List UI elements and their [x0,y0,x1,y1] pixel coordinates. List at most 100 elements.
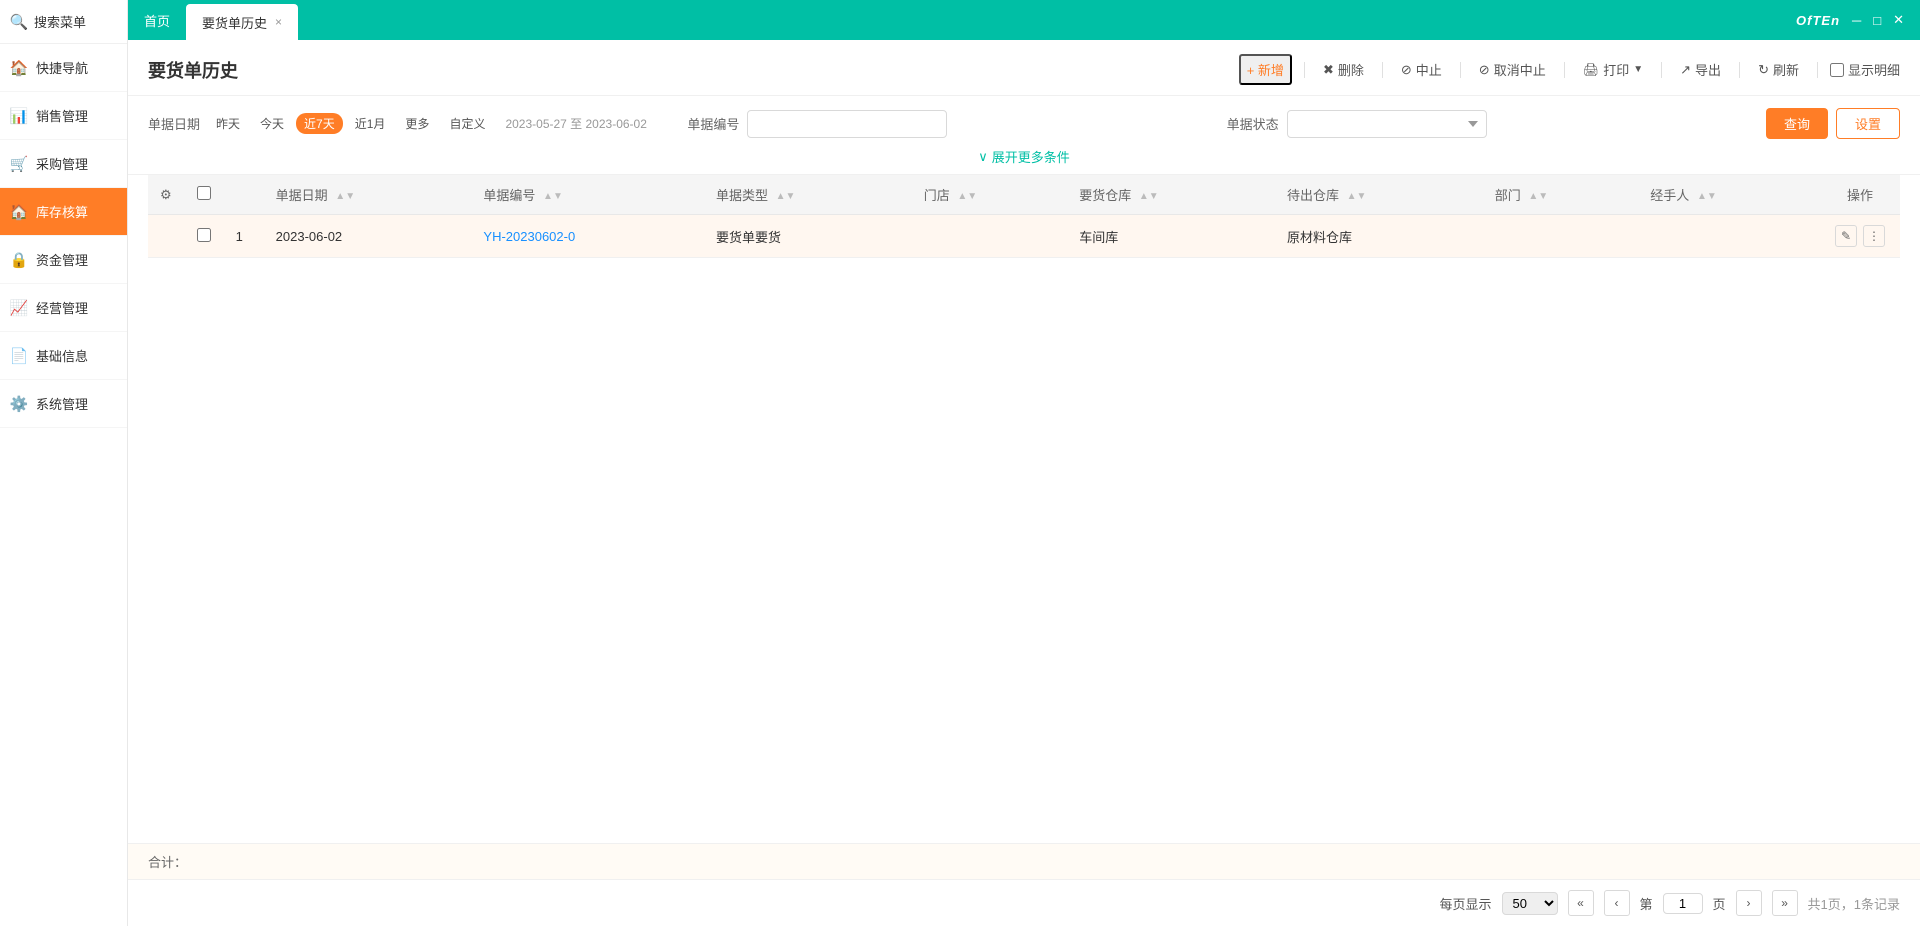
stop-button[interactable]: ⊘ 中止 [1395,56,1448,83]
sidebar-item-operation[interactable]: 📈 经营管理 [0,284,127,332]
export-button[interactable]: ↗ 导出 [1674,56,1727,83]
toolbar-divider3 [1460,62,1461,78]
sort-icon-handler: ▲▼ [1697,191,1717,202]
th-doc-date[interactable]: 单据日期 ▲▼ [264,175,472,215]
sort-icon-req-wh: ▲▼ [1139,191,1159,202]
sidebar-item-quick-nav[interactable]: 🏠 快捷导航 [0,44,127,92]
th-doc-no[interactable]: 单据编号 ▲▼ [471,175,704,215]
toolbar-divider6 [1739,62,1740,78]
th-doc-type[interactable]: 单据类型 ▲▼ [704,175,912,215]
new-button[interactable]: + 新增 [1239,54,1292,85]
doc-status-filter-group: 单据状态 [1227,110,1746,138]
home-icon: 🏠 [10,59,28,77]
cancel-stop-button[interactable]: ⊘ 取消中止 [1473,56,1552,83]
stop-icon: ⊘ [1401,62,1412,78]
next-page-btn[interactable]: › [1736,890,1762,916]
page-label: 第 [1640,894,1653,913]
filter-area: 单据日期 昨天 今天 近7天 近1月 更多 自定义 2023-05-27 至 2… [128,96,1920,175]
sidebar-item-finance[interactable]: 🔒 资金管理 [0,236,127,284]
td-doc-type: 要货单要货 [704,215,912,258]
print-icon: 🖨 [1583,62,1600,78]
date-btn-1month[interactable]: 近1月 [347,113,394,134]
th-settings[interactable]: ⚙ [148,175,184,215]
expand-more-btn[interactable]: ∨ 展开更多条件 [148,147,1900,166]
td-settings [148,215,184,258]
edit-action-icon[interactable]: ✎ [1835,225,1857,247]
sidebar-item-base[interactable]: 📄 基础信息 [0,332,127,380]
td-seq: 1 [224,215,264,258]
date-btn-custom[interactable]: 自定义 [441,113,493,134]
prev-page-btn[interactable]: ‹ [1604,890,1630,916]
sort-icon-pend-wh: ▲▼ [1347,191,1367,202]
close-window-button[interactable]: ✕ [1893,12,1904,28]
td-checkbox [184,215,224,258]
display-detail-checkbox[interactable] [1830,63,1844,77]
tab-yaohuodan[interactable]: 要货单历史 × [186,4,298,40]
page-header: 要货单历史 + 新增 ✖ 删除 ⊘ 中止 ⊘ 取消中止 [128,40,1920,96]
action-icons: ✎ ⋮ [1832,225,1888,247]
refresh-icon: ↻ [1758,62,1769,78]
refresh-button[interactable]: ↻ 刷新 [1752,56,1805,83]
sidebar-item-sales[interactable]: 📊 销售管理 [0,92,127,140]
delete-button[interactable]: ✖ 删除 [1317,56,1370,83]
date-range-display: 2023-05-27 至 2023-06-02 [505,115,646,132]
td-doc-date: 2023-06-02 [264,215,472,258]
doc-status-label: 单据状态 [1227,114,1279,133]
display-detail-label: 显示明细 [1848,60,1900,79]
th-pending-warehouse[interactable]: 待出仓库 ▲▼ [1275,175,1483,215]
new-button-label: + 新增 [1247,60,1284,79]
page-input[interactable] [1663,893,1703,914]
sidebar-item-label: 资金管理 [36,250,88,269]
tab-close-button[interactable]: × [275,15,282,29]
sidebar-item-label: 系统管理 [36,394,88,413]
doc-status-select[interactable] [1287,110,1487,138]
print-button-label: 打印 [1603,60,1629,79]
print-dropdown-icon: ▼ [1633,64,1643,75]
query-button[interactable]: 查询 [1766,108,1828,139]
select-all-checkbox[interactable] [197,186,211,200]
td-department [1483,215,1639,258]
delete-button-label: 删除 [1338,60,1364,79]
date-btn-today[interactable]: 今天 [252,113,292,134]
first-page-btn[interactable]: « [1568,890,1594,916]
sort-icon-type: ▲▼ [776,191,796,202]
sidebar-search[interactable]: 🔍 搜索菜单 [0,0,127,44]
tab-home[interactable]: 首页 [128,0,186,40]
total-info: 共1页，1条记录 [1808,894,1900,913]
topbar: 首页 要货单历史 × OfTEn ─ □ ✕ [128,0,1920,40]
doc-no-link[interactable]: YH-20230602-0 [483,229,575,244]
date-btn-7days[interactable]: 近7天 [296,113,343,134]
toolbar-divider5 [1661,62,1662,78]
date-btn-yesterday[interactable]: 昨天 [208,113,248,134]
th-seq [224,175,264,215]
td-action: ✎ ⋮ [1820,215,1900,258]
th-store[interactable]: 门店 ▲▼ [912,175,1068,215]
sidebar-item-purchase[interactable]: 🛒 采购管理 [0,140,127,188]
export-icon: ↗ [1680,62,1691,78]
date-btn-more[interactable]: 更多 [397,113,437,134]
row-checkbox[interactable] [197,228,211,242]
per-page-select[interactable]: 50 20 100 200 [1502,892,1558,915]
doc-no-input[interactable] [747,110,947,138]
last-page-btn[interactable]: » [1772,890,1798,916]
th-department[interactable]: 部门 ▲▼ [1483,175,1639,215]
sidebar-item-inventory[interactable]: 🏠 库存核算 [0,188,127,236]
print-button[interactable]: 🖨 打印 ▼ [1577,56,1649,83]
td-pending-warehouse: 原材料仓库 [1275,215,1483,258]
td-doc-no: YH-20230602-0 [471,215,704,258]
sidebar-item-label: 基础信息 [36,346,88,365]
data-table: ⚙ 单据日期 ▲▼ 单据编号 ▲▼ [148,175,1900,258]
maximize-button[interactable]: □ [1873,13,1881,28]
th-handler[interactable]: 经手人 ▲▼ [1638,175,1820,215]
cancel-stop-icon: ⊘ [1479,62,1490,78]
sidebar-item-system[interactable]: ⚙️ 系统管理 [0,380,127,428]
base-icon: 📄 [10,347,28,365]
purchase-icon: 🛒 [10,155,28,173]
th-req-warehouse[interactable]: 要货仓库 ▲▼ [1067,175,1275,215]
display-detail-toggle[interactable]: 显示明细 [1830,60,1900,79]
minimize-button[interactable]: ─ [1852,13,1861,28]
more-action-icon[interactable]: ⋮ [1863,225,1885,247]
td-store [912,215,1068,258]
settings-button[interactable]: 设置 [1836,108,1900,139]
sidebar-item-label: 库存核算 [36,202,88,221]
